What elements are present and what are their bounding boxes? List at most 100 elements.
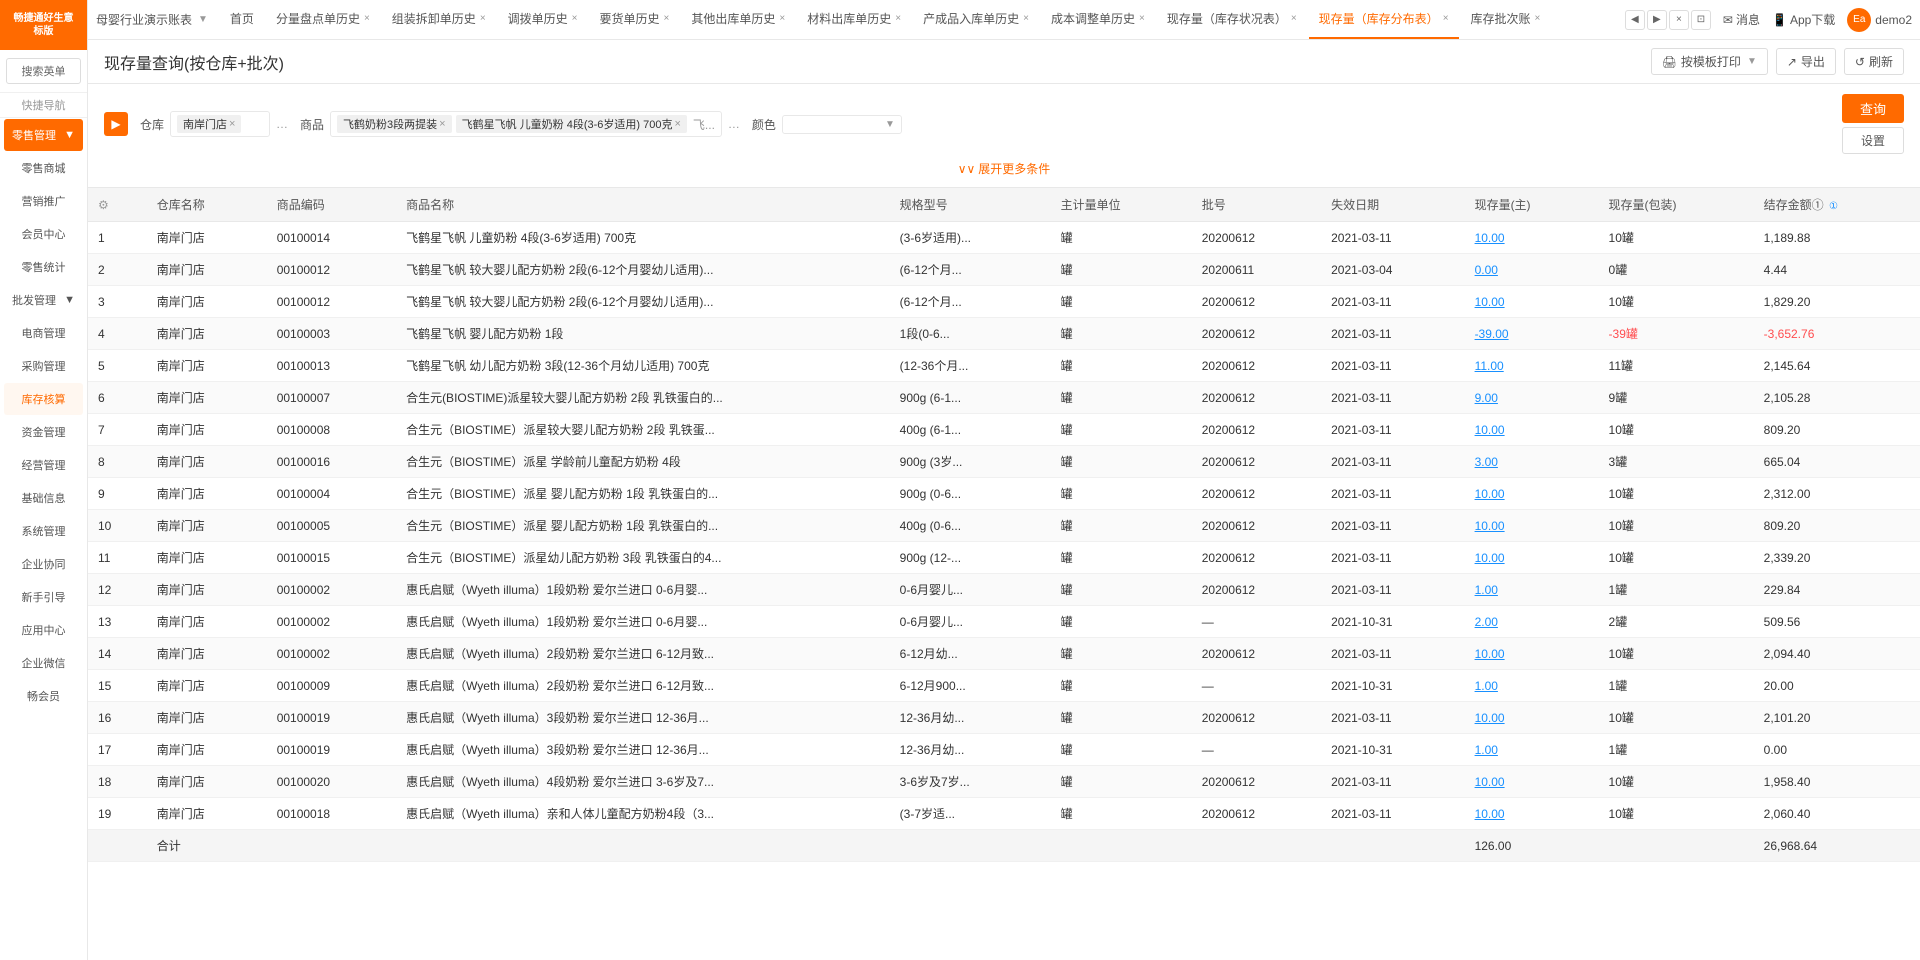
cell-qty-main[interactable]: 10.00 — [1465, 542, 1599, 574]
cell-qty-main[interactable]: 1.00 — [1465, 670, 1599, 702]
cell-qty-main[interactable]: 10.00 — [1465, 222, 1599, 254]
tab-inventory-dist[interactable]: 现存量（库存分布表） × — [1309, 1, 1459, 39]
sidebar-item-retail-stats[interactable]: 零售统计 — [4, 251, 83, 283]
close-icon[interactable]: × — [895, 13, 901, 24]
content-wrapper: 现存量查询(按仓库+批次) 🖨 按模板打印 ▼ ↗ 导出 ↺ 刷新 — [88, 40, 1920, 960]
close-icon[interactable]: × — [1139, 13, 1145, 24]
cell-qty-main[interactable]: 10.00 — [1465, 638, 1599, 670]
filter-expand-btn[interactable]: ▶ — [104, 112, 128, 136]
sidebar-item-member[interactable]: 会员中心 — [4, 218, 83, 250]
cell-qty-main[interactable]: 10.00 — [1465, 414, 1599, 446]
cell-batch: 20200612 — [1192, 478, 1321, 510]
message-btn[interactable]: ✉ 消息 — [1723, 11, 1760, 28]
cell-qty-main[interactable]: 10.00 — [1465, 702, 1599, 734]
sidebar-item-basic[interactable]: 基础信息 — [4, 482, 83, 514]
print-btn[interactable]: 🖨 按模板打印 ▼ — [1651, 48, 1768, 75]
sidebar-item-inventory[interactable]: 库存核算 — [4, 383, 83, 415]
tab-product-inbound[interactable]: 产成品入库单历史 × — [913, 1, 1039, 39]
tab-other-outbound[interactable]: 其他出库单历史 × — [681, 1, 795, 39]
sidebar-item-retail[interactable]: 零售管理 ▼ — [4, 119, 83, 151]
tab-inventory-status[interactable]: 现存量（库存状况表） × — [1157, 1, 1307, 39]
query-button[interactable]: 查询 — [1842, 94, 1904, 123]
remove-warehouse-tag[interactable]: × — [229, 118, 235, 130]
cell-qty-main[interactable]: 1.00 — [1465, 734, 1599, 766]
remove-product-tag-2[interactable]: × — [674, 118, 680, 130]
close-icon[interactable]: × — [664, 13, 670, 24]
cell-name: 惠氏启赋（Wyeth illuma）3段奶粉 爱尔兰进口 12-36月... — [396, 702, 890, 734]
cell-qty-main[interactable]: 9.00 — [1465, 382, 1599, 414]
tab-warehouse-batch[interactable]: 库存批次账 × — [1461, 1, 1551, 39]
sidebar-item-guide[interactable]: 新手引导 — [4, 581, 83, 613]
product-filter-input[interactable]: 飞鹤奶粉3段两提装 × 飞鹤星飞帆 儿童奶粉 4段(3-6岁适用) 700克 ×… — [330, 111, 722, 137]
sidebar-item-enterprise-wechat[interactable]: 企业微信 — [4, 647, 83, 679]
search-btn[interactable]: 搜索英单 — [6, 58, 81, 84]
col-qty-main: 现存量(主) — [1465, 188, 1599, 222]
color-filter-group: 颜色 ▼ — [752, 115, 902, 134]
close-icon[interactable]: × — [779, 13, 785, 24]
sidebar-item-wholesale[interactable]: 批发管理 ▼ — [4, 284, 83, 316]
table-row: 11 南岸门店 00100015 合生元（BIOSTIME）派星幼儿配方奶粉 3… — [88, 542, 1920, 574]
sidebar-item-enterprise[interactable]: 企业协同 — [4, 548, 83, 580]
more-tabs-btn[interactable]: ⊡ — [1691, 10, 1711, 30]
tab-cost-adjust[interactable]: 成本调整单历史 × — [1041, 1, 1155, 39]
print-dropdown-icon[interactable]: ▼ — [1747, 56, 1757, 67]
sidebar-item-retail-mall[interactable]: 零售商城 — [4, 152, 83, 184]
cell-qty-main[interactable]: 10.00 — [1465, 798, 1599, 830]
remove-product-tag-1[interactable]: × — [439, 118, 445, 130]
amount-info-icon[interactable]: ① — [1829, 201, 1838, 212]
close-icon[interactable]: × — [572, 13, 578, 24]
account-dropdown-arrow[interactable]: ▼ — [198, 14, 208, 25]
cell-qty-main[interactable]: 11.00 — [1465, 350, 1599, 382]
app-download-btn[interactable]: 📱 App下载 — [1772, 11, 1835, 28]
sidebar-item-purchase[interactable]: 采购管理 — [4, 350, 83, 382]
cell-qty-main[interactable]: 1.00 — [1465, 574, 1599, 606]
settings-icon[interactable]: ⚙ — [98, 198, 109, 212]
cell-spec: 900g (6-1... — [890, 382, 1051, 414]
top-nav-right: ◀ ▶ × ⊡ ✉ 消息 📱 App下载 Ea demo2 — [1625, 8, 1912, 32]
expand-more-btn[interactable]: ∨∨ 展开更多条件 — [958, 160, 1051, 177]
tab-disassemble-history[interactable]: 组装拆卸单历史 × — [382, 1, 496, 39]
nav-tabs: 首页 分量盘点单历史 × 组装拆卸单历史 × 调拨单历史 × 要货单历史 × 其… — [220, 1, 1625, 39]
cell-no: 7 — [88, 414, 147, 446]
cell-qty-main[interactable]: 3.00 — [1465, 446, 1599, 478]
close-icon[interactable]: × — [480, 13, 486, 24]
next-tab-btn[interactable]: ▶ — [1647, 10, 1667, 30]
warehouse-filter-input[interactable]: 南岸门店 × — [170, 111, 270, 137]
sidebar-item-finance[interactable]: 资金管理 — [4, 416, 83, 448]
cell-qty-main[interactable]: 0.00 — [1465, 254, 1599, 286]
tab-split-inventory[interactable]: 分量盘点单历史 × — [266, 1, 380, 39]
sidebar-item-vip[interactable]: 畅会员 — [4, 680, 83, 712]
user-avatar[interactable]: Ea demo2 — [1847, 8, 1912, 32]
cell-spec: 900g (0-6... — [890, 478, 1051, 510]
close-icon[interactable]: × — [1023, 13, 1029, 24]
color-filter-input[interactable]: ▼ — [782, 115, 902, 134]
tab-material-outbound[interactable]: 材料出库单历史 × — [797, 1, 911, 39]
cell-qty-main[interactable]: 10.00 — [1465, 510, 1599, 542]
color-dropdown-icon[interactable]: ▼ — [885, 119, 895, 130]
prev-tab-btn[interactable]: ◀ — [1625, 10, 1645, 30]
tab-requisition-history[interactable]: 要货单历史 × — [590, 1, 680, 39]
export-btn[interactable]: ↗ 导出 — [1776, 48, 1836, 75]
close-icon[interactable]: × — [364, 13, 370, 24]
sidebar-item-system[interactable]: 系统管理 — [4, 515, 83, 547]
warehouse-more-icon[interactable]: … — [276, 117, 288, 131]
product-more-icon[interactable]: … — [728, 117, 740, 131]
cell-qty-main[interactable]: -39.00 — [1465, 318, 1599, 350]
cell-qty-main[interactable]: 10.00 — [1465, 766, 1599, 798]
settings-button[interactable]: 设置 — [1842, 127, 1904, 154]
close-icon[interactable]: × — [1443, 13, 1449, 24]
tab-transfer-history[interactable]: 调拨单历史 × — [498, 1, 588, 39]
cell-qty-main[interactable]: 10.00 — [1465, 478, 1599, 510]
tab-home[interactable]: 首页 — [220, 1, 264, 39]
close-tab-btn[interactable]: × — [1669, 10, 1689, 30]
close-icon[interactable]: × — [1535, 13, 1541, 24]
cell-qty-main[interactable]: 2.00 — [1465, 606, 1599, 638]
sidebar-item-marketing[interactable]: 营销推广 — [4, 185, 83, 217]
refresh-btn[interactable]: ↺ 刷新 — [1844, 48, 1904, 75]
sidebar-item-app-center[interactable]: 应用中心 — [4, 614, 83, 646]
sidebar-item-ecommerce[interactable]: 电商管理 — [4, 317, 83, 349]
close-icon[interactable]: × — [1291, 13, 1297, 24]
sidebar-item-operation[interactable]: 经营管理 — [4, 449, 83, 481]
cell-qty-main[interactable]: 10.00 — [1465, 286, 1599, 318]
cell-expire: 2021-03-11 — [1321, 478, 1464, 510]
